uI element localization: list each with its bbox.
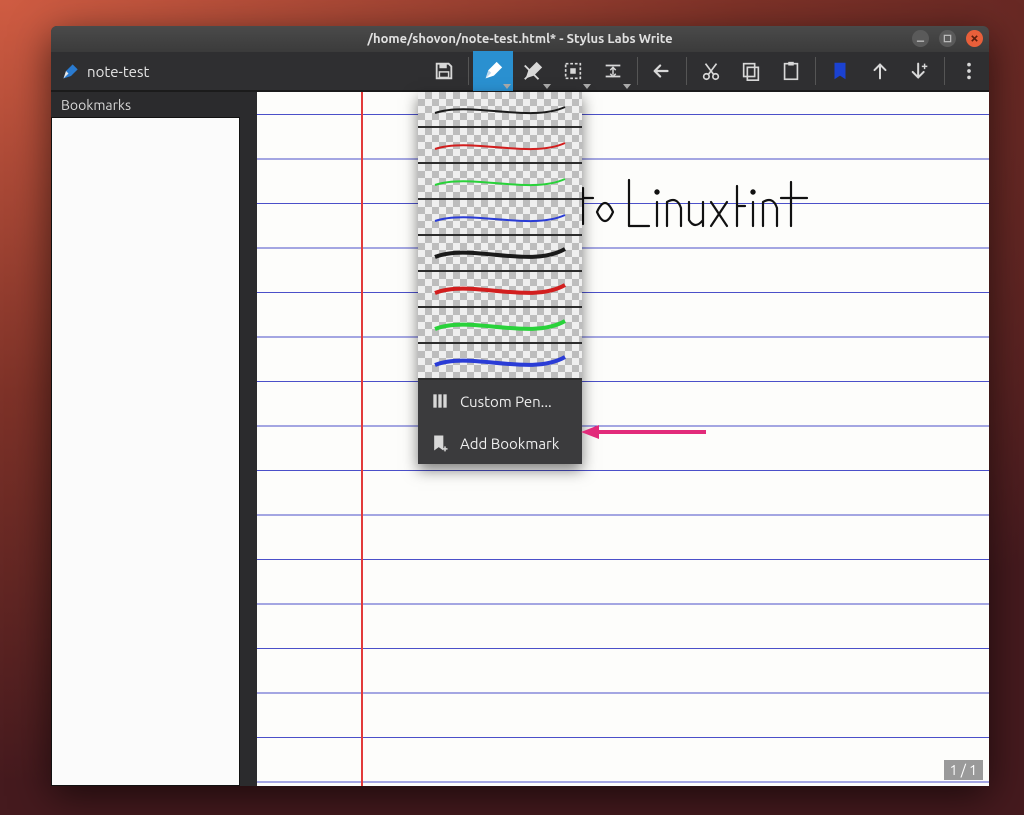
dropdown-indicator-icon (583, 84, 591, 89)
undo-button[interactable] (642, 51, 682, 91)
bookmark-add-icon (430, 433, 450, 453)
arrow-down-plus-icon (909, 60, 931, 82)
arrow-up-icon (869, 60, 891, 82)
pen-preset-thin-black[interactable] (418, 92, 582, 128)
tab-label: note-test (87, 63, 149, 80)
page-status: 1 / 1 (944, 760, 983, 780)
sidebar: Bookmarks (51, 92, 240, 786)
pens-icon (430, 391, 450, 411)
window-title: /home/shovon/note-test.html* - Stylus La… (367, 32, 672, 46)
select-tool-button[interactable] (553, 51, 593, 91)
titlebar: /home/shovon/note-test.html* - Stylus La… (51, 26, 989, 52)
add-bookmark-menu-item[interactable]: Add Bookmark (418, 422, 582, 464)
prev-page-button[interactable] (860, 51, 900, 91)
toolbar-separator (637, 57, 638, 85)
app-window: /home/shovon/note-test.html* - Stylus La… (51, 26, 989, 786)
window-buttons (912, 30, 983, 47)
toolbar-separator (944, 57, 945, 85)
minimize-icon (916, 34, 925, 43)
pen-preset-thick-blue[interactable] (418, 344, 582, 380)
sidebar-gap (240, 92, 257, 786)
dropdown-indicator-icon (503, 84, 511, 89)
dropdown-indicator-icon (543, 84, 551, 89)
pen-icon (61, 61, 81, 81)
pen-dropdown: Custom Pen... Add Bookmark (418, 92, 582, 464)
pen-preset-thick-green[interactable] (418, 308, 582, 344)
custom-pen-menu-item[interactable]: Custom Pen... (418, 380, 582, 422)
minimize-button[interactable] (912, 30, 929, 47)
pen-tool-button[interactable] (473, 51, 513, 91)
bookmarks-list[interactable] (51, 117, 240, 786)
insert-space-icon (602, 60, 624, 82)
eraser-button[interactable] (513, 51, 553, 91)
handwriting (577, 172, 837, 255)
maximize-button[interactable] (939, 30, 956, 47)
copy-button[interactable] (731, 51, 771, 91)
paste-icon (780, 60, 802, 82)
document-tab[interactable]: note-test (51, 51, 159, 91)
toolbar-separator (686, 57, 687, 85)
insert-space-button[interactable] (593, 51, 633, 91)
add-bookmark-label: Add Bookmark (460, 435, 559, 452)
pen-tool-icon (482, 60, 504, 82)
cut-button[interactable] (691, 51, 731, 91)
save-icon (433, 60, 455, 82)
pen-preset-thin-green[interactable] (418, 164, 582, 200)
close-icon (970, 34, 979, 43)
pen-preset-thick-black[interactable] (418, 236, 582, 272)
bookmarks-header: Bookmarks (51, 92, 240, 117)
toolbar-separator (815, 57, 816, 85)
margin-line (361, 92, 363, 786)
custom-pen-label: Custom Pen... (460, 393, 552, 410)
undo-icon (651, 60, 673, 82)
dropdown-indicator-icon (623, 84, 631, 89)
copy-icon (740, 60, 762, 82)
paste-button[interactable] (771, 51, 811, 91)
overflow-menu-button[interactable] (949, 51, 989, 91)
annotation-arrow (581, 422, 711, 442)
selection-icon (562, 60, 584, 82)
eraser-icon (522, 60, 544, 82)
maximize-icon (943, 34, 952, 43)
bookmark-icon (829, 60, 851, 82)
toolbar-separator (468, 57, 469, 85)
kebab-icon (958, 60, 980, 82)
save-button[interactable] (424, 51, 464, 91)
pen-preset-thick-red[interactable] (418, 272, 582, 308)
bookmark-tool-button[interactable] (820, 51, 860, 91)
pen-preset-thin-red[interactable] (418, 128, 582, 164)
close-button[interactable] (966, 30, 983, 47)
next-page-button[interactable] (900, 51, 940, 91)
pen-preset-thin-blue[interactable] (418, 200, 582, 236)
toolbar: note-test (51, 52, 989, 92)
cut-icon (700, 60, 722, 82)
